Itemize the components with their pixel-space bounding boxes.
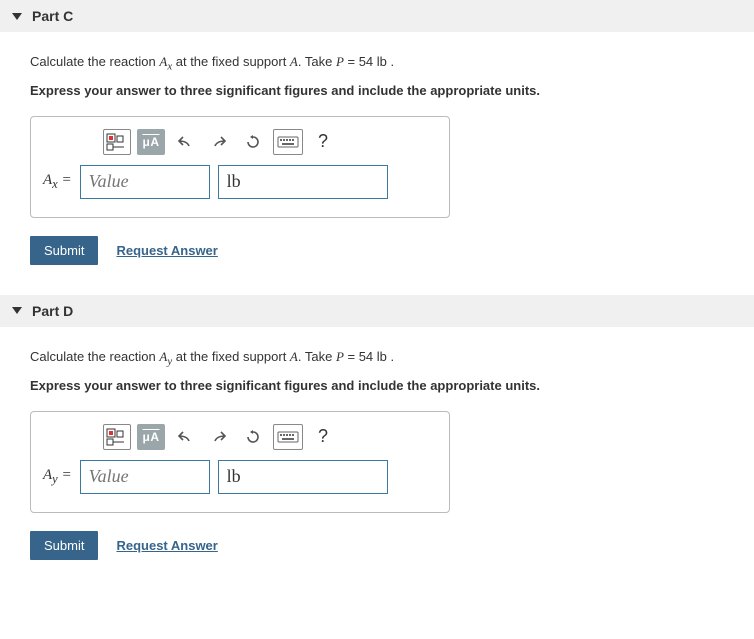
submit-button[interactable]: Submit [30,531,98,560]
prompt-var: Ay [159,349,172,364]
answer-lhs: Ay = [43,467,72,487]
keyboard-icon[interactable] [273,424,303,450]
toolbar: μA ? [43,129,437,155]
help-icon[interactable]: ? [309,129,337,155]
reset-icon[interactable] [239,424,267,450]
prompt-text: Calculate the reaction Ax at the fixed s… [30,52,724,75]
part-body: Calculate the reaction Ax at the fixed s… [0,52,754,265]
keyboard-icon[interactable] [273,129,303,155]
value-input[interactable] [80,165,210,199]
templates-icon[interactable] [103,129,131,155]
chevron-down-icon [12,307,22,314]
prompt-var: Ax [159,54,172,69]
instruction-text: Express your answer to three significant… [30,83,724,98]
redo-icon[interactable] [205,129,233,155]
request-answer-link[interactable]: Request Answer [116,243,217,258]
units-input[interactable] [218,460,388,494]
part-header[interactable]: Part D [0,295,754,327]
value-input[interactable] [80,460,210,494]
submit-button[interactable]: Submit [30,236,98,265]
answer-lhs: Ax = [43,172,72,192]
units-icon[interactable]: μA [137,424,165,450]
chevron-down-icon [12,13,22,20]
undo-icon[interactable] [171,424,199,450]
help-icon[interactable]: ? [309,424,337,450]
part-header[interactable]: Part C [0,0,754,32]
templates-icon[interactable] [103,424,131,450]
answer-row: Ay = [43,460,437,494]
units-icon[interactable]: μA [137,129,165,155]
prompt-text: Calculate the reaction Ay at the fixed s… [30,347,724,370]
undo-icon[interactable] [171,129,199,155]
submit-row: Submit Request Answer [30,531,724,560]
part-body: Calculate the reaction Ay at the fixed s… [0,347,754,560]
submit-row: Submit Request Answer [30,236,724,265]
part-title: Part D [32,303,73,319]
answer-box: μA ? Ax = [30,116,450,218]
reset-icon[interactable] [239,129,267,155]
instruction-text: Express your answer to three significant… [30,378,724,393]
toolbar: μA ? [43,424,437,450]
redo-icon[interactable] [205,424,233,450]
answer-row: Ax = [43,165,437,199]
part-c: Part C Calculate the reaction Ax at the … [0,0,754,265]
part-title: Part C [32,8,73,24]
request-answer-link[interactable]: Request Answer [116,538,217,553]
units-input[interactable] [218,165,388,199]
answer-box: μA ? Ay = [30,411,450,513]
part-d: Part D Calculate the reaction Ay at the … [0,295,754,560]
